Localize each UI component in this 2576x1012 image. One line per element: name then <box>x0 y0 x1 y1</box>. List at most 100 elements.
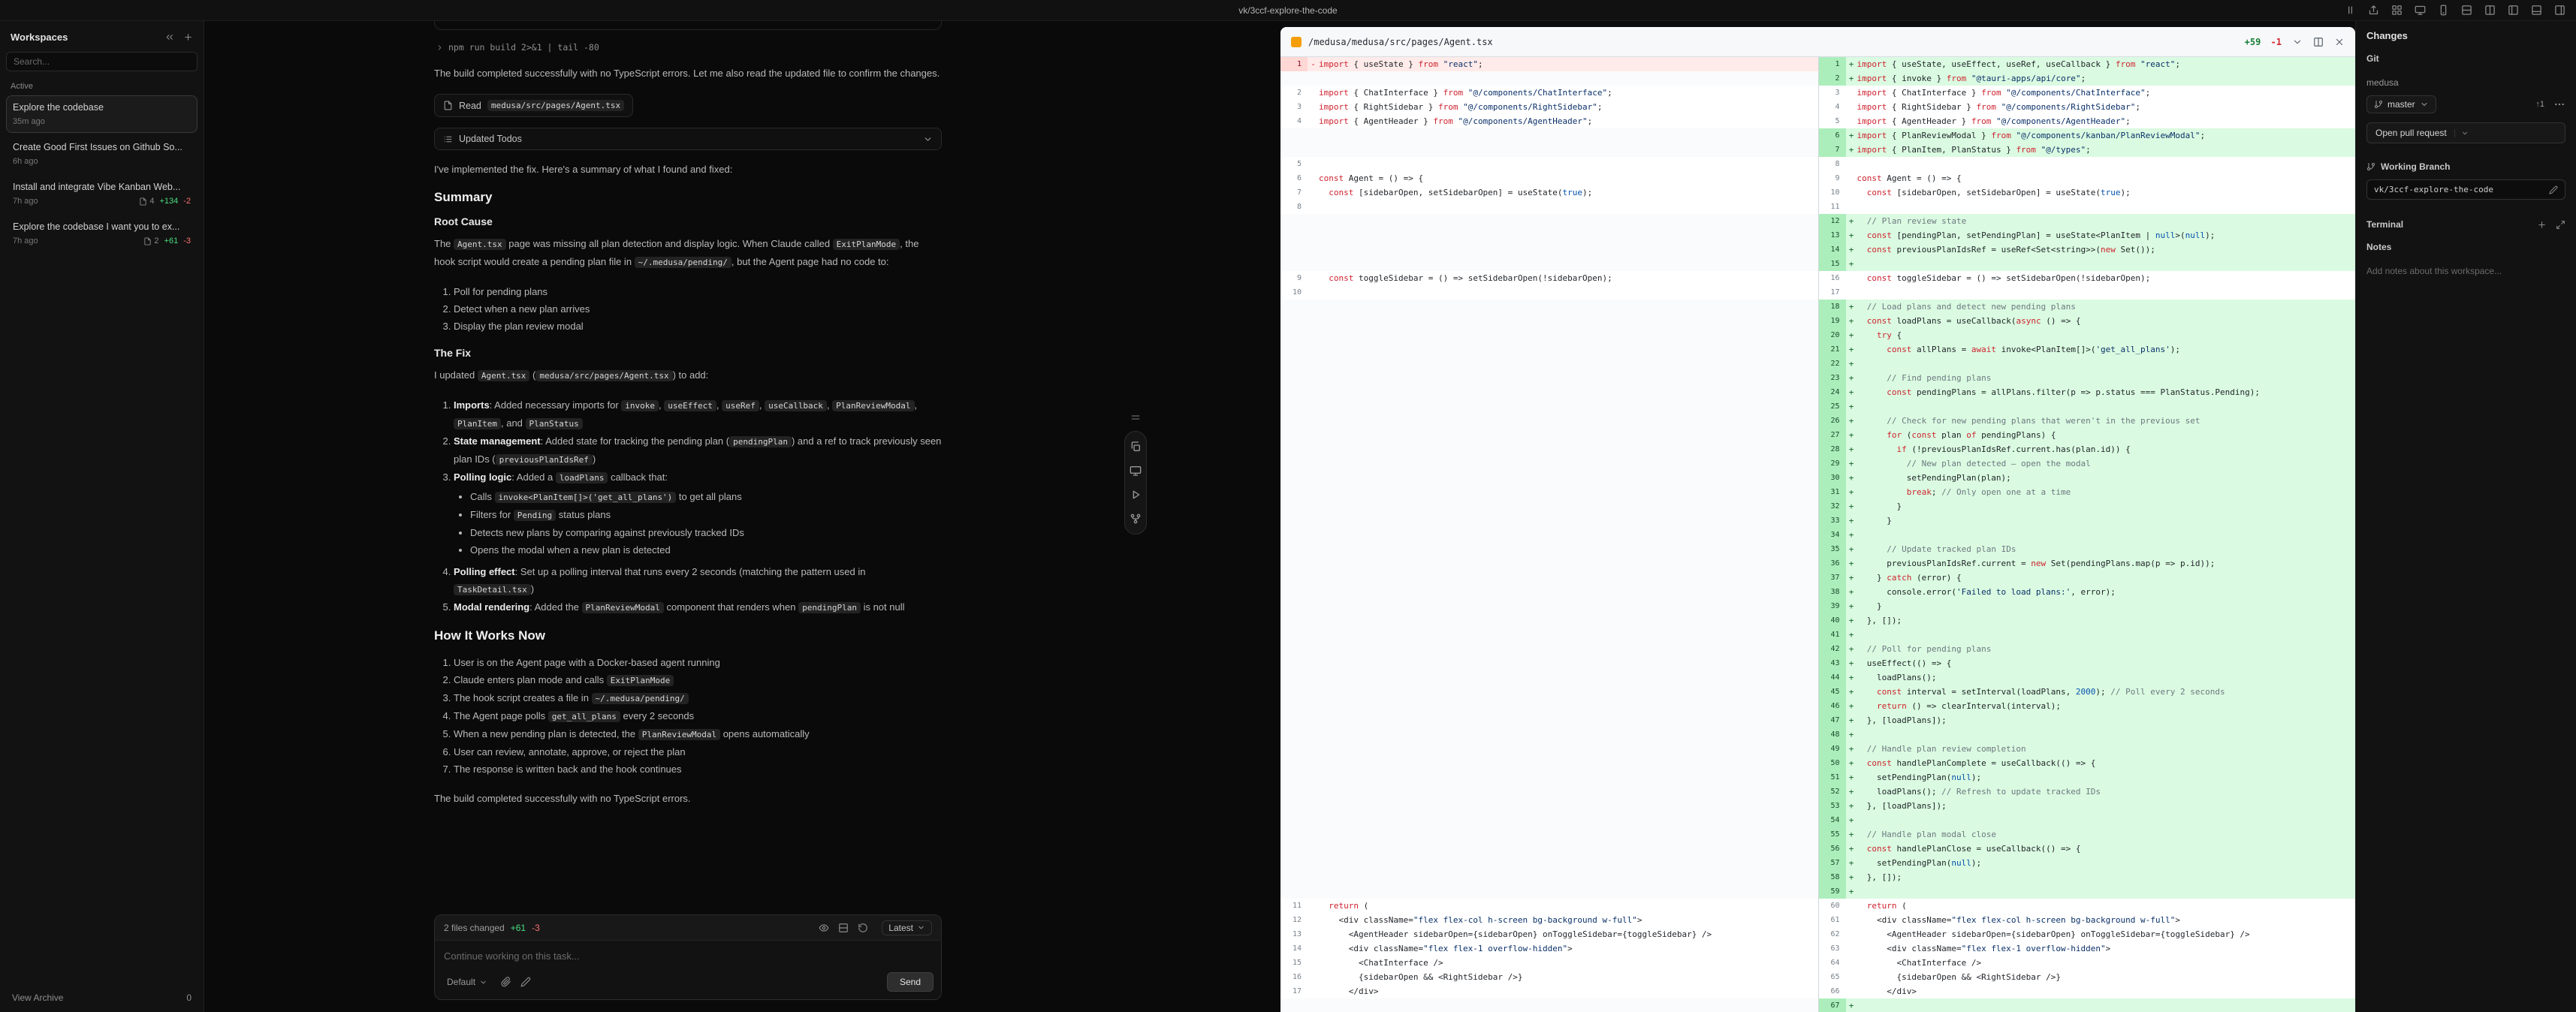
sidebar-footer[interactable]: View Archive 0 <box>6 986 198 1004</box>
line-number: 44 <box>1819 670 1846 685</box>
more-menu-icon[interactable] <box>2553 98 2565 110</box>
diff-marker <box>1846 913 1857 927</box>
line-number <box>1280 399 1308 414</box>
rows-icon[interactable] <box>2461 5 2472 16</box>
grid-icon[interactable] <box>2391 5 2403 16</box>
diff-line <box>1280 314 1818 328</box>
branch-selector[interactable]: master <box>2366 95 2436 113</box>
line-number: 59 <box>1819 884 1846 899</box>
inline-code: medusa/src/pages/Agent.tsx <box>535 370 672 381</box>
notes-section-header[interactable]: Notes <box>2366 242 2565 252</box>
line-number: 53 <box>1819 799 1846 813</box>
list-item: Claude enters plan mode and calls ExitPl… <box>454 671 942 689</box>
play-icon[interactable] <box>1130 489 1142 501</box>
line-number: 5 <box>1819 114 1846 128</box>
chevron-down-icon[interactable] <box>2292 37 2303 47</box>
floating-toolbar-buttons <box>1124 431 1147 535</box>
smartphone-icon[interactable] <box>2438 5 2449 16</box>
workspace-item[interactable]: Explore the codebase I want you to ex...… <box>6 215 198 252</box>
git-branch-icon <box>2366 162 2375 171</box>
diff-marker <box>1308 670 1319 685</box>
tool-call-read[interactable]: Readmedusa/src/pages/Agent.tsx <box>434 94 633 117</box>
history-icon[interactable] <box>858 923 868 933</box>
expand-terminal-icon[interactable] <box>2556 220 2565 230</box>
send-button[interactable]: Send <box>887 972 934 992</box>
workspace-item[interactable]: Explore the codebase35m ago <box>6 95 198 133</box>
code-text: // Handle plan modal close <box>1857 827 2356 842</box>
columns-icon[interactable] <box>2484 5 2496 16</box>
diff-marker <box>1308 727 1319 742</box>
monitor-icon[interactable] <box>1130 465 1142 477</box>
panel-bottom-icon[interactable] <box>2531 5 2542 16</box>
message-input[interactable] <box>444 950 932 962</box>
pen-icon[interactable] <box>520 977 531 987</box>
code-text: </div> <box>1319 984 1818 998</box>
line-number <box>1280 827 1308 842</box>
tool-file-path: medusa/src/pages/Agent.tsx <box>487 100 624 111</box>
new-workspace-icon[interactable] <box>183 32 193 42</box>
line-number <box>1280 385 1308 399</box>
copy-icon[interactable] <box>1130 441 1142 453</box>
monitor-icon[interactable] <box>2415 5 2426 16</box>
diff-line <box>1280 428 1818 442</box>
code-text: // Load plans and detect new pending pla… <box>1857 300 2356 314</box>
new-terminal-icon[interactable] <box>2537 220 2547 230</box>
diff-marker: + <box>1846 585 1857 599</box>
diff-line: 3import { RightSidebar } from "@/compone… <box>1280 100 1818 114</box>
diff-marker <box>1308 257 1319 271</box>
diff-line: 53+ }, [loadPlans]); <box>1819 799 2356 813</box>
line-number: 11 <box>1819 200 1846 214</box>
notes-placeholder[interactable]: Add notes about this workspace... <box>2366 264 2565 278</box>
paperclip-icon[interactable] <box>501 977 511 987</box>
line-number: 11 <box>1280 899 1308 913</box>
line-number: 17 <box>1280 984 1308 998</box>
code-text: import { PlanItem, PlanStatus } from "@/… <box>1857 143 2356 157</box>
ahead-count: ↑1 <box>2535 100 2544 109</box>
code-text <box>1319 599 1818 613</box>
model-selector[interactable]: Default <box>442 974 492 989</box>
diff-line: 62 <AgentHeader sidebarOpen={sidebarOpen… <box>1819 927 2356 941</box>
inline-code: previousPlanIdsRef <box>496 454 593 465</box>
workspace-item[interactable]: Create Good First Issues on Github So...… <box>6 135 198 173</box>
branch-name: master <box>2387 99 2415 110</box>
eye-icon[interactable] <box>819 923 829 933</box>
share-icon[interactable] <box>2368 5 2379 16</box>
diff-marker: + <box>1846 656 1857 670</box>
collapse-sidebar-icon[interactable] <box>164 32 174 42</box>
terminal-command[interactable]: npm run build 2>&1 | tail -80 <box>436 42 942 53</box>
line-number: 5 <box>1280 157 1308 171</box>
edit-icon[interactable] <box>2549 185 2558 194</box>
updated-todos[interactable]: Updated Todos <box>434 128 942 150</box>
workspace-item[interactable]: Install and integrate Vibe Kanban Web...… <box>6 175 198 212</box>
line-number: 33 <box>1819 514 1846 528</box>
list-item: Display the plan review modal <box>454 318 942 335</box>
pause-icon[interactable] <box>2345 5 2356 16</box>
chevron-down-icon[interactable] <box>923 134 933 144</box>
columns-icon[interactable] <box>2313 37 2324 47</box>
terminal-label: Terminal <box>2366 219 2403 230</box>
terminal-section-header[interactable]: Terminal <box>2366 219 2565 230</box>
fork-icon[interactable] <box>1130 513 1142 525</box>
diff-line <box>1280 856 1818 870</box>
working-branch-input[interactable]: vk/3ccf-explore-the-code <box>2366 179 2565 200</box>
close-icon[interactable] <box>2334 37 2345 47</box>
code-text <box>1319 685 1818 699</box>
diff-marker <box>1308 442 1319 456</box>
diff-line <box>1280 456 1818 471</box>
diff-marker: + <box>1846 756 1857 770</box>
open-pr-button[interactable]: Open pull request <box>2366 122 2565 143</box>
panel-left-icon[interactable] <box>2508 5 2519 16</box>
main-layout: Workspaces Active Explore the codebase35… <box>0 21 2576 1012</box>
diff-marker <box>1308 71 1319 86</box>
latest-dropdown[interactable]: Latest <box>882 920 932 935</box>
rows-icon[interactable] <box>838 923 849 933</box>
collapsed-block[interactable] <box>434 21 942 30</box>
diff-line: 54+ <box>1819 813 2356 827</box>
code-text: const allPlans = await invoke<PlanItem[]… <box>1857 342 2356 357</box>
panel-right-icon[interactable] <box>2554 5 2565 16</box>
inline-code: get_all_plans <box>548 711 620 722</box>
line-number: 1 <box>1280 57 1308 71</box>
grip-icon[interactable] <box>1130 411 1142 423</box>
view-archive-link[interactable]: View Archive <box>12 992 63 1003</box>
search-input[interactable] <box>6 52 198 71</box>
